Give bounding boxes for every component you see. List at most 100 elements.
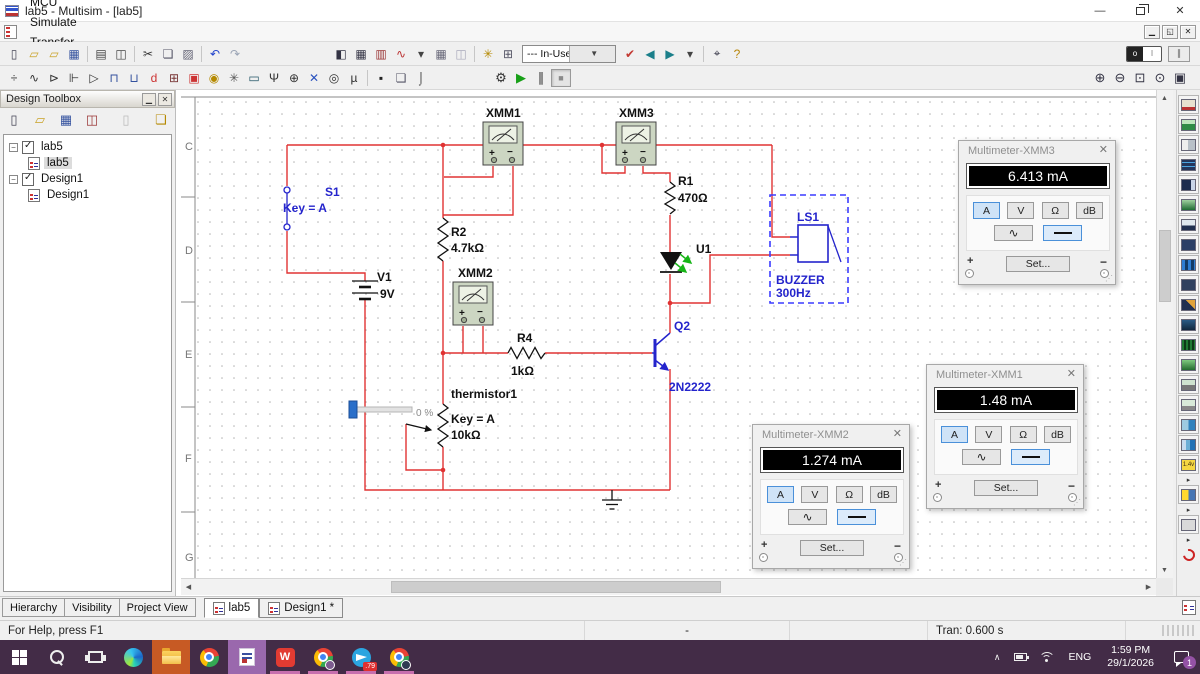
- toolbox-tab-project-view[interactable]: Project View: [118, 598, 196, 617]
- annotate-dropdown-button[interactable]: ▾: [680, 44, 700, 63]
- restore-icon[interactable]: [1120, 0, 1160, 21]
- multimeter-instrument-button[interactable]: [1178, 95, 1199, 114]
- collapse-icon[interactable]: −: [9, 174, 18, 184]
- decibel-button[interactable]: dB: [1043, 426, 1071, 443]
- panel-minimize-icon[interactable]: ▁: [142, 92, 156, 106]
- menu-simulate[interactable]: Simulate: [22, 12, 85, 32]
- cmos-components-button[interactable]: ⊔: [124, 68, 144, 87]
- multisim-icon[interactable]: [228, 640, 266, 674]
- paste-button[interactable]: ▨: [178, 44, 198, 63]
- hierarchy-view-button[interactable]: ◫: [451, 44, 471, 63]
- logic-analyzer-button[interactable]: [1178, 255, 1199, 274]
- ac-mode-button[interactable]: ∿: [788, 509, 827, 525]
- scroll-down-icon[interactable]: ▼: [1157, 562, 1172, 578]
- frequency-counter-button[interactable]: [1178, 215, 1199, 234]
- place-comment-button[interactable]: ▪: [371, 68, 391, 87]
- source-components-button[interactable]: ÷: [4, 68, 24, 87]
- edge-icon[interactable]: [114, 640, 152, 674]
- print-button[interactable]: ▤: [91, 44, 111, 63]
- dc-mode-button[interactable]: [1011, 449, 1050, 465]
- search-button[interactable]: [38, 640, 76, 674]
- four-channel-oscilloscope-button[interactable]: [1178, 175, 1199, 194]
- child-close-icon[interactable]: ✕: [1180, 24, 1196, 39]
- word-generator-button[interactable]: [1178, 235, 1199, 254]
- ampere-button[interactable]: A: [767, 486, 794, 503]
- volt-button[interactable]: V: [1007, 202, 1035, 219]
- advanced-peripherals-button[interactable]: ▭: [244, 68, 264, 87]
- redo-button[interactable]: ↷: [225, 44, 245, 63]
- open-project-button[interactable]: ▱: [44, 44, 64, 63]
- interactive-simulation-settings-button[interactable]: ⚙: [491, 68, 511, 87]
- ni-elvis-button[interactable]: [1178, 515, 1199, 534]
- action-center-button[interactable]: 1: [1162, 640, 1200, 674]
- create-component-wizard-button[interactable]: ✳: [478, 44, 498, 63]
- digital-components-button[interactable]: d: [144, 68, 164, 87]
- menu-mcu[interactable]: MCU: [22, 0, 85, 12]
- ac-mode-button[interactable]: ∿: [962, 449, 1001, 465]
- connector-components-button[interactable]: ◎: [324, 68, 344, 87]
- clock[interactable]: 1:59 PM 29/1/2026: [1099, 644, 1162, 670]
- horizontal-scrollbar[interactable]: ◀ ▶: [181, 578, 1156, 595]
- labview-instruments-button[interactable]: [1178, 485, 1199, 504]
- document-tab[interactable]: lab5: [203, 598, 260, 618]
- transistor-components-button[interactable]: ⊩: [64, 68, 84, 87]
- misc-components-button[interactable]: ✳: [224, 68, 244, 87]
- mixed-components-button[interactable]: ⊞: [164, 68, 184, 87]
- start-button[interactable]: [0, 640, 38, 674]
- agilent-multimeter-button[interactable]: [1178, 395, 1199, 414]
- mcu-components-button[interactable]: µ: [344, 68, 364, 87]
- measurement-probe-dropdown-icon[interactable]: ▸: [1178, 475, 1199, 484]
- current-clamp-button[interactable]: [1178, 545, 1199, 564]
- multimeter-xmm2-symbol[interactable]: + −: [452, 281, 494, 326]
- place-bus-button[interactable]: ⌡: [411, 68, 431, 87]
- language-indicator[interactable]: ENG: [1061, 651, 1100, 663]
- volt-button[interactable]: V: [801, 486, 829, 503]
- database-manager-button[interactable]: ⊞: [498, 44, 518, 63]
- document-tab[interactable]: Design1 *: [259, 598, 344, 618]
- rf-components-button[interactable]: Ψ: [264, 68, 284, 87]
- iv-analyzer-button[interactable]: [1178, 295, 1199, 314]
- scroll-left-icon[interactable]: ◀: [181, 579, 196, 595]
- agilent-oscilloscope-button[interactable]: [1178, 415, 1199, 434]
- tray-chevron-icon[interactable]: ∧: [987, 652, 1008, 663]
- chevron-down-icon[interactable]: ▼: [568, 45, 615, 62]
- distortion-analyzer-button[interactable]: [1178, 315, 1199, 334]
- full-screen-button[interactable]: ▣: [1170, 68, 1190, 87]
- toolbox-tab-hierarchy[interactable]: Hierarchy: [2, 598, 66, 617]
- ampere-button[interactable]: A: [973, 202, 1000, 219]
- ni-components-button[interactable]: ✕: [304, 68, 324, 87]
- zoom-out-button[interactable]: ⊖: [1110, 68, 1130, 87]
- pause-simulation-button[interactable]: ∥: [531, 68, 551, 87]
- run-simulation-button[interactable]: ▶: [511, 68, 531, 87]
- dc-mode-button[interactable]: [1043, 225, 1082, 241]
- toolbox-tab-visibility[interactable]: Visibility: [64, 598, 120, 617]
- tree-item[interactable]: − Design1: [6, 171, 169, 187]
- save-design-button[interactable]: ▦: [56, 111, 76, 130]
- child-minimize-icon[interactable]: ▁: [1144, 24, 1160, 39]
- open-file-button[interactable]: ▱: [24, 44, 44, 63]
- chrome-profile-icon[interactable]: [304, 640, 342, 674]
- wattmeter-button[interactable]: [1178, 135, 1199, 154]
- bode-plotter-button[interactable]: [1178, 195, 1199, 214]
- measurement-probe-button[interactable]: 1.4v: [1178, 455, 1199, 474]
- close-icon[interactable]: ✕: [1099, 143, 1108, 156]
- postprocessor-button[interactable]: ▦: [431, 44, 451, 63]
- ttl-components-button[interactable]: ⊓: [104, 68, 124, 87]
- network-analyzer-button[interactable]: [1178, 355, 1199, 374]
- collapse-icon[interactable]: −: [9, 142, 18, 152]
- simulation-pause-button[interactable]: ∥: [1168, 45, 1190, 62]
- stop-simulation-button[interactable]: ■: [551, 68, 571, 87]
- chrome-icon[interactable]: [190, 640, 228, 674]
- oscilloscope-button[interactable]: [1178, 155, 1199, 174]
- snippets-button[interactable]: ❏: [151, 111, 171, 130]
- multimeter-xmm3-window[interactable]: Multimeter-XMM3 ✕ 6.413 mA A V Ω dB ∿ + …: [958, 140, 1116, 285]
- design-toolbox-toggle-button[interactable]: ◧: [331, 44, 351, 63]
- close-icon[interactable]: ✕: [893, 427, 902, 440]
- function-generator-button[interactable]: [1178, 115, 1199, 134]
- copy-button[interactable]: ❏: [158, 44, 178, 63]
- tektronix-oscilloscope-button[interactable]: [1178, 435, 1199, 454]
- find-button[interactable]: ⌖: [707, 44, 727, 63]
- multimeter-xmm1-window[interactable]: Multimeter-XMM1 ✕ 1.48 mA A V Ω dB ∿ + S…: [926, 364, 1084, 509]
- forward-annotate-button[interactable]: ▶: [660, 44, 680, 63]
- print-preview-button[interactable]: ◫: [111, 44, 131, 63]
